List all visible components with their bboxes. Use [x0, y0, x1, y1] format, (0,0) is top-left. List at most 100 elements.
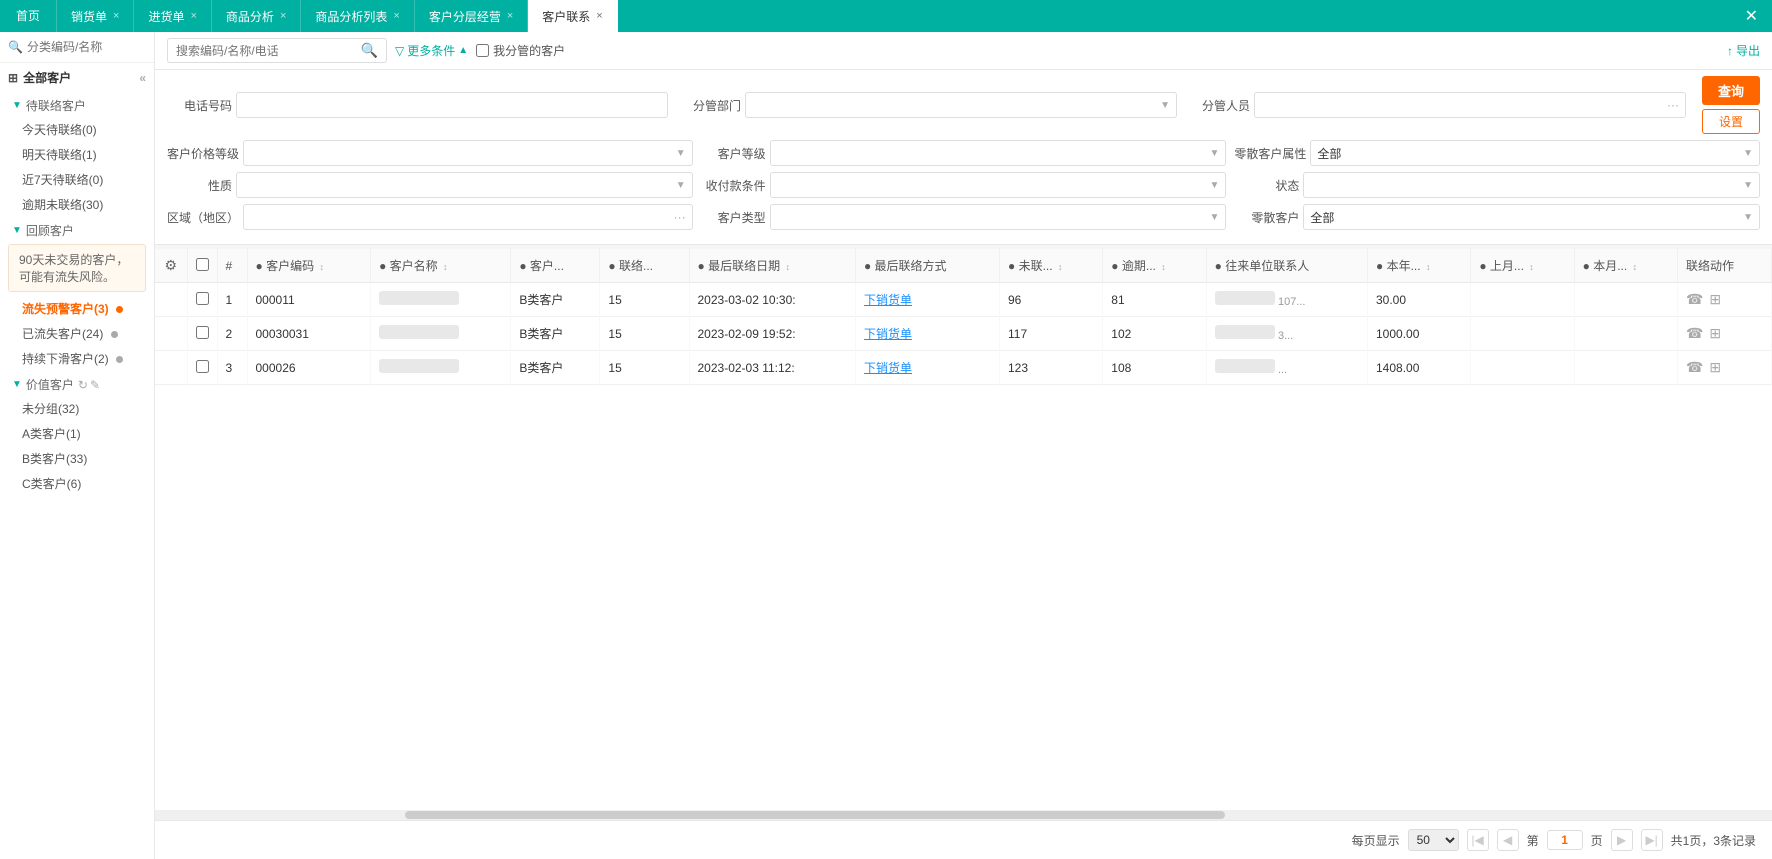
- zero-customer-select[interactable]: 全部 ▼: [1303, 204, 1760, 230]
- more-action-icon-0[interactable]: ⊞: [1709, 291, 1721, 308]
- close-tab-customer-tier[interactable]: ×: [507, 10, 513, 22]
- per-page-select[interactable]: 50 100 200: [1408, 829, 1459, 851]
- td-checkbox-1: [187, 317, 217, 351]
- zero-attr-select[interactable]: 全部 ▼: [1310, 140, 1760, 166]
- phone-input[interactable]: [236, 92, 668, 118]
- action-icons-2: ☎ ⊞: [1686, 359, 1763, 376]
- row-checkbox-1[interactable]: [196, 326, 209, 339]
- contact-way-link-2[interactable]: 下销货单: [864, 361, 912, 375]
- td-last-contact-way-1[interactable]: 下销货单: [855, 317, 999, 351]
- person-select[interactable]: ···: [1254, 92, 1686, 118]
- tab-purchase[interactable]: 进货单 ×: [134, 0, 211, 32]
- th-this-year[interactable]: ● 本年... ↕: [1368, 249, 1471, 283]
- status-select[interactable]: ▼: [1303, 172, 1760, 198]
- region-select[interactable]: ···: [243, 204, 693, 230]
- th-name[interactable]: ● 客户名称 ↕: [371, 249, 511, 283]
- close-tab-purchase[interactable]: ×: [190, 10, 196, 22]
- contact-way-link-0[interactable]: 下销货单: [864, 293, 912, 307]
- th-last-month[interactable]: ● 上月... ↕: [1471, 249, 1574, 283]
- dept-select[interactable]: ▼: [745, 92, 1177, 118]
- td-contact-2: 15: [600, 351, 689, 385]
- th-level[interactable]: ● 客户...: [511, 249, 600, 283]
- payment-select[interactable]: ▼: [770, 172, 1227, 198]
- sidebar-item-declining[interactable]: 持续下滑客户(2): [0, 346, 154, 371]
- sidebar-search-input[interactable]: [27, 40, 146, 54]
- th-unit-contact[interactable]: ● 往来单位联系人: [1206, 249, 1367, 283]
- lost-customers-section: ▼ 回顾客户 90天未交易的客户，可能有流失风险。 流失预警客户(3) 已流失客…: [0, 217, 154, 371]
- select-all-checkbox[interactable]: [196, 258, 209, 271]
- my-customers-checkbox[interactable]: [476, 44, 489, 57]
- more-conditions-btn[interactable]: ▽ 更多条件 ▲: [395, 42, 468, 59]
- tab-product-analysis-list[interactable]: 商品分析列表 ×: [301, 0, 414, 32]
- scrollbar-thumb[interactable]: [405, 811, 1225, 819]
- value-group-label[interactable]: ▼ 价值客户 ↻ ✎: [0, 371, 154, 396]
- page-input[interactable]: [1547, 830, 1583, 850]
- th-last-contact-date[interactable]: ● 最后联络日期 ↕: [689, 249, 855, 283]
- th-contact[interactable]: ● 联络...: [600, 249, 689, 283]
- tab-customer-tier[interactable]: 客户分层经营 ×: [415, 0, 528, 32]
- close-tab-customer-contact[interactable]: ×: [596, 10, 602, 22]
- th-last-contact-way[interactable]: ● 最后联络方式: [855, 249, 999, 283]
- td-last-contact-way-2[interactable]: 下销货单: [855, 351, 999, 385]
- th-code[interactable]: ● 客户编码 ↕: [247, 249, 371, 283]
- contact-icon-0[interactable]: ☎: [1686, 291, 1703, 308]
- export-button[interactable]: ↑ 导出: [1727, 42, 1760, 59]
- close-tab-sales[interactable]: ×: [113, 10, 119, 22]
- sidebar-item-already-lost[interactable]: 已流失客户(24): [0, 321, 154, 346]
- pending-group-label[interactable]: ▼ 待联络客户: [0, 92, 154, 117]
- last-page-button[interactable]: ▶|: [1641, 829, 1663, 851]
- th-settings[interactable]: ⚙: [155, 249, 187, 283]
- price-level-select[interactable]: ▼: [243, 140, 693, 166]
- td-last-contact-way-0[interactable]: 下销货单: [855, 283, 999, 317]
- sidebar-item-warning-lost[interactable]: 流失预警客户(3): [0, 296, 154, 321]
- sidebar-item-week-pending[interactable]: 近7天待联络(0): [0, 167, 154, 192]
- more-action-icon-2[interactable]: ⊞: [1709, 359, 1721, 376]
- sidebar-item-today-pending[interactable]: 今天待联络(0): [0, 117, 154, 142]
- contact-icon-1[interactable]: ☎: [1686, 325, 1703, 342]
- horizontal-scrollbar[interactable]: [155, 810, 1772, 820]
- sidebar-item-class-c[interactable]: C类客户(6): [0, 471, 154, 496]
- warning-dot: [116, 306, 123, 313]
- window-close-button[interactable]: ✕: [1731, 6, 1772, 26]
- th-not-contact[interactable]: ● 未联... ↕: [999, 249, 1102, 283]
- search-button[interactable]: 🔍: [361, 42, 378, 59]
- tab-customer-contact[interactable]: 客户联系 ×: [528, 0, 617, 32]
- row-checkbox-0[interactable]: [196, 292, 209, 305]
- tab-sales[interactable]: 销货单 ×: [57, 0, 134, 32]
- close-tab-product-analysis[interactable]: ×: [280, 10, 286, 22]
- close-tab-product-analysis-list[interactable]: ×: [393, 10, 399, 22]
- th-overdue[interactable]: ● 逾期... ↕: [1103, 249, 1206, 283]
- search-input[interactable]: [176, 44, 361, 58]
- settings-button[interactable]: 设置: [1702, 109, 1760, 134]
- customer-level-select[interactable]: ▼: [770, 140, 1227, 166]
- this-year-sort-icon: ↕: [1426, 262, 1431, 272]
- sidebar-item-overdue-pending[interactable]: 逾期未联络(30): [0, 192, 154, 217]
- sidebar-all-customers-header[interactable]: ⊞ 全部客户 «: [0, 63, 154, 92]
- contact-icon-2[interactable]: ☎: [1686, 359, 1703, 376]
- tab-product-analysis[interactable]: 商品分析 ×: [212, 0, 301, 32]
- table-settings-icon[interactable]: ⚙: [164, 257, 177, 273]
- customer-type-select[interactable]: ▼: [770, 204, 1227, 230]
- sidebar-item-ungroup[interactable]: 未分组(32): [0, 396, 154, 421]
- first-page-button[interactable]: |◀: [1467, 829, 1489, 851]
- more-action-icon-1[interactable]: ⊞: [1709, 325, 1721, 342]
- td-overdue-2: 108: [1103, 351, 1206, 385]
- contact-way-link-1[interactable]: 下销货单: [864, 327, 912, 341]
- td-action-1: ☎ ⊞: [1677, 317, 1771, 351]
- gender-select[interactable]: ▼: [236, 172, 693, 198]
- next-page-button[interactable]: ▶: [1611, 829, 1633, 851]
- lost-group-label[interactable]: ▼ 回顾客户: [0, 217, 154, 242]
- my-customers-filter[interactable]: 我分管的客户: [476, 42, 565, 59]
- sidebar-item-class-b[interactable]: B类客户(33): [0, 446, 154, 471]
- sidebar-item-tomorrow-pending[interactable]: 明天待联络(1): [0, 142, 154, 167]
- edit-value-icon[interactable]: ✎: [90, 378, 100, 392]
- query-button[interactable]: 查询: [1702, 76, 1760, 105]
- sidebar-item-class-a[interactable]: A类客户(1): [0, 421, 154, 446]
- dept-chevron-icon: ▼: [1160, 100, 1170, 111]
- chevron-up-icon: ▲: [458, 45, 468, 56]
- th-this-month[interactable]: ● 本月... ↕: [1574, 249, 1677, 283]
- prev-page-button[interactable]: ◀: [1497, 829, 1519, 851]
- row-checkbox-2[interactable]: [196, 360, 209, 373]
- refresh-value-icon[interactable]: ↻: [78, 378, 88, 392]
- tab-home[interactable]: 首页: [0, 0, 57, 32]
